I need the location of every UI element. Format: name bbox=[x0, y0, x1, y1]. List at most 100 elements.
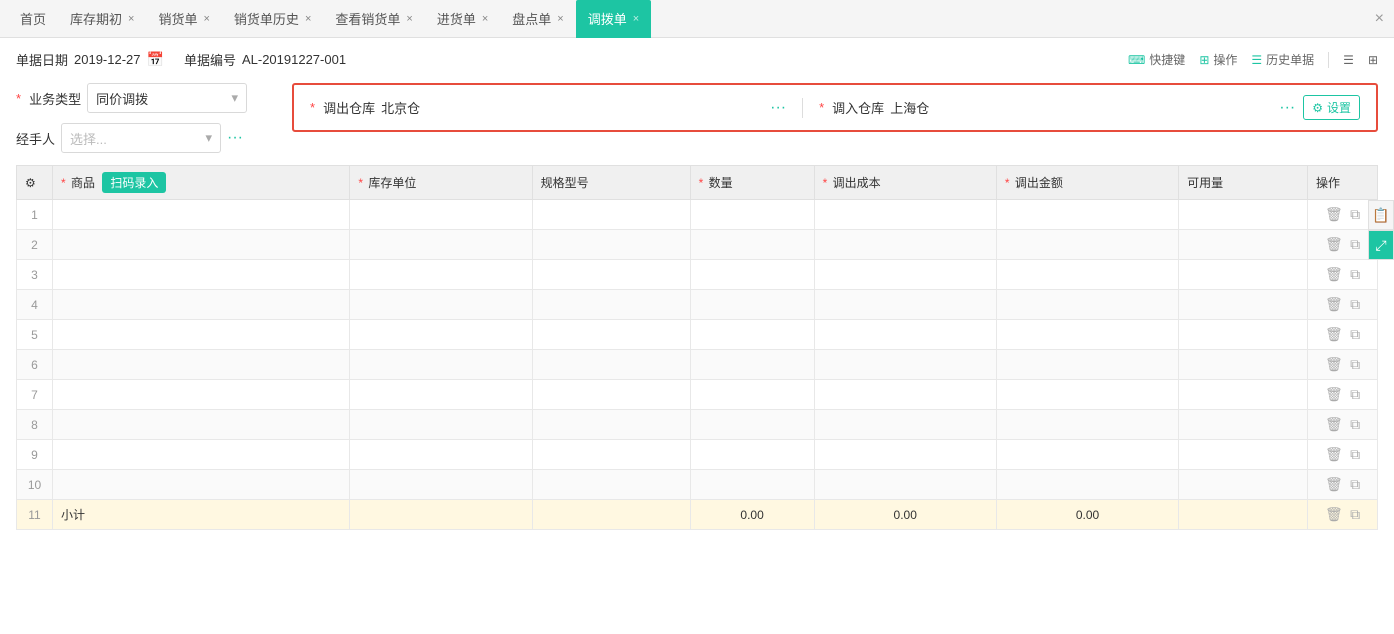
copy-icon-2[interactable]: ⧉ bbox=[1350, 236, 1360, 253]
copy-icon-5[interactable]: ⧉ bbox=[1350, 326, 1360, 343]
delete-icon-4[interactable]: 🗑 bbox=[1325, 296, 1343, 313]
cost-cell-6[interactable] bbox=[814, 350, 996, 380]
spec-cell-7[interactable] bbox=[532, 380, 690, 410]
available-cell-5[interactable] bbox=[1179, 320, 1308, 350]
amount-cell-5[interactable] bbox=[996, 320, 1178, 350]
tab-view-sales[interactable]: 查看销货单 × bbox=[323, 0, 424, 38]
spec-cell-9[interactable] bbox=[532, 440, 690, 470]
unit-cell-10[interactable] bbox=[350, 470, 532, 500]
th-gear[interactable]: ⚙ bbox=[17, 166, 53, 200]
unit-cell-3[interactable] bbox=[350, 260, 532, 290]
tab-purchase-order[interactable]: 进货单 × bbox=[425, 0, 500, 38]
history-button[interactable]: ☰ 历史单据 bbox=[1251, 51, 1314, 68]
delete-icon-9[interactable]: 🗑 bbox=[1325, 446, 1343, 463]
delete-icon-7[interactable]: 🗑 bbox=[1325, 386, 1343, 403]
cost-cell-1[interactable] bbox=[814, 200, 996, 230]
spec-cell-3[interactable] bbox=[532, 260, 690, 290]
copy-icon-6[interactable]: ⧉ bbox=[1350, 356, 1360, 373]
unit-cell-8[interactable] bbox=[350, 410, 532, 440]
available-cell-9[interactable] bbox=[1179, 440, 1308, 470]
close-view-sales[interactable]: × bbox=[406, 13, 412, 25]
copy-icon-1[interactable]: ⧉ bbox=[1350, 206, 1360, 223]
delete-icon-1[interactable]: 🗑 bbox=[1325, 206, 1343, 223]
qty-cell-6[interactable] bbox=[690, 350, 814, 380]
product-cell-10[interactable] bbox=[53, 470, 350, 500]
close-sales-history[interactable]: × bbox=[305, 13, 311, 25]
tab-stocktake[interactable]: 盘点单 × bbox=[500, 0, 575, 38]
global-close-button[interactable]: × bbox=[1375, 10, 1384, 28]
cost-cell-4[interactable] bbox=[814, 290, 996, 320]
float-doc-button[interactable]: 📋 bbox=[1368, 200, 1394, 230]
cost-cell-9[interactable] bbox=[814, 440, 996, 470]
cost-cell-5[interactable] bbox=[814, 320, 996, 350]
copy-icon-4[interactable]: ⧉ bbox=[1350, 296, 1360, 313]
business-type-select[interactable]: 同价调拨 ▾ bbox=[87, 83, 247, 113]
qty-cell-7[interactable] bbox=[690, 380, 814, 410]
amount-cell-9[interactable] bbox=[996, 440, 1178, 470]
unit-cell-2[interactable] bbox=[350, 230, 532, 260]
qty-cell-1[interactable] bbox=[690, 200, 814, 230]
tab-sales-order[interactable]: 销货单 × bbox=[146, 0, 221, 38]
unit-cell-7[interactable] bbox=[350, 380, 532, 410]
delete-icon-11[interactable]: 🗑 bbox=[1325, 506, 1343, 523]
cost-cell-8[interactable] bbox=[814, 410, 996, 440]
available-cell-2[interactable] bbox=[1179, 230, 1308, 260]
amount-cell-2[interactable] bbox=[996, 230, 1178, 260]
available-cell-3[interactable] bbox=[1179, 260, 1308, 290]
qty-cell-10[interactable] bbox=[690, 470, 814, 500]
float-expand-button[interactable]: ⤢ bbox=[1368, 230, 1394, 260]
copy-icon-3[interactable]: ⧉ bbox=[1350, 266, 1360, 283]
wh-out-more-icon[interactable]: ··· bbox=[770, 99, 786, 117]
tab-home[interactable]: 首页 bbox=[8, 0, 58, 38]
tab-transfer[interactable]: 调拨单 × bbox=[576, 0, 651, 38]
available-cell-7[interactable] bbox=[1179, 380, 1308, 410]
qty-cell-2[interactable] bbox=[690, 230, 814, 260]
available-cell-6[interactable] bbox=[1179, 350, 1308, 380]
cost-cell-2[interactable] bbox=[814, 230, 996, 260]
unit-cell-5[interactable] bbox=[350, 320, 532, 350]
product-cell-3[interactable] bbox=[53, 260, 350, 290]
settings-button[interactable]: ⚙ 设置 bbox=[1303, 95, 1360, 120]
spec-cell-5[interactable] bbox=[532, 320, 690, 350]
available-cell-4[interactable] bbox=[1179, 290, 1308, 320]
copy-icon-11[interactable]: ⧉ bbox=[1350, 506, 1360, 523]
product-cell-9[interactable] bbox=[53, 440, 350, 470]
qty-cell-4[interactable] bbox=[690, 290, 814, 320]
available-cell-10[interactable] bbox=[1179, 470, 1308, 500]
available-cell-1[interactable] bbox=[1179, 200, 1308, 230]
spec-cell-6[interactable] bbox=[532, 350, 690, 380]
delete-icon-6[interactable]: 🗑 bbox=[1325, 356, 1343, 373]
delete-icon-2[interactable]: 🗑 bbox=[1325, 236, 1343, 253]
calendar-icon[interactable]: 📅 bbox=[147, 51, 164, 68]
spec-cell-10[interactable] bbox=[532, 470, 690, 500]
handler-more-icon[interactable]: ··· bbox=[227, 129, 243, 147]
copy-icon-7[interactable]: ⧉ bbox=[1350, 386, 1360, 403]
product-cell-4[interactable] bbox=[53, 290, 350, 320]
tab-sales-history[interactable]: 销货单历史 × bbox=[222, 0, 323, 38]
unit-cell-9[interactable] bbox=[350, 440, 532, 470]
cost-cell-10[interactable] bbox=[814, 470, 996, 500]
qty-cell-5[interactable] bbox=[690, 320, 814, 350]
spec-cell-8[interactable] bbox=[532, 410, 690, 440]
cost-cell-3[interactable] bbox=[814, 260, 996, 290]
cost-cell-7[interactable] bbox=[814, 380, 996, 410]
copy-icon-8[interactable]: ⧉ bbox=[1350, 416, 1360, 433]
grid-view-button[interactable]: ⊞ bbox=[1368, 53, 1378, 67]
unit-cell-4[interactable] bbox=[350, 290, 532, 320]
wh-in-more-icon[interactable]: ··· bbox=[1279, 99, 1295, 117]
product-cell-7[interactable] bbox=[53, 380, 350, 410]
close-sales-order[interactable]: × bbox=[203, 13, 209, 25]
copy-icon-10[interactable]: ⧉ bbox=[1350, 476, 1360, 493]
shortcut-button[interactable]: ⌨ 快捷键 bbox=[1128, 51, 1185, 68]
list-view-button[interactable]: ☰ bbox=[1343, 53, 1354, 67]
product-cell-5[interactable] bbox=[53, 320, 350, 350]
amount-cell-6[interactable] bbox=[996, 350, 1178, 380]
unit-cell-1[interactable] bbox=[350, 200, 532, 230]
tab-inventory-init[interactable]: 库存期初 × bbox=[58, 0, 146, 38]
product-cell-6[interactable] bbox=[53, 350, 350, 380]
amount-cell-7[interactable] bbox=[996, 380, 1178, 410]
close-stocktake[interactable]: × bbox=[557, 13, 563, 25]
amount-cell-1[interactable] bbox=[996, 200, 1178, 230]
unit-cell-6[interactable] bbox=[350, 350, 532, 380]
close-transfer[interactable]: × bbox=[633, 13, 639, 25]
